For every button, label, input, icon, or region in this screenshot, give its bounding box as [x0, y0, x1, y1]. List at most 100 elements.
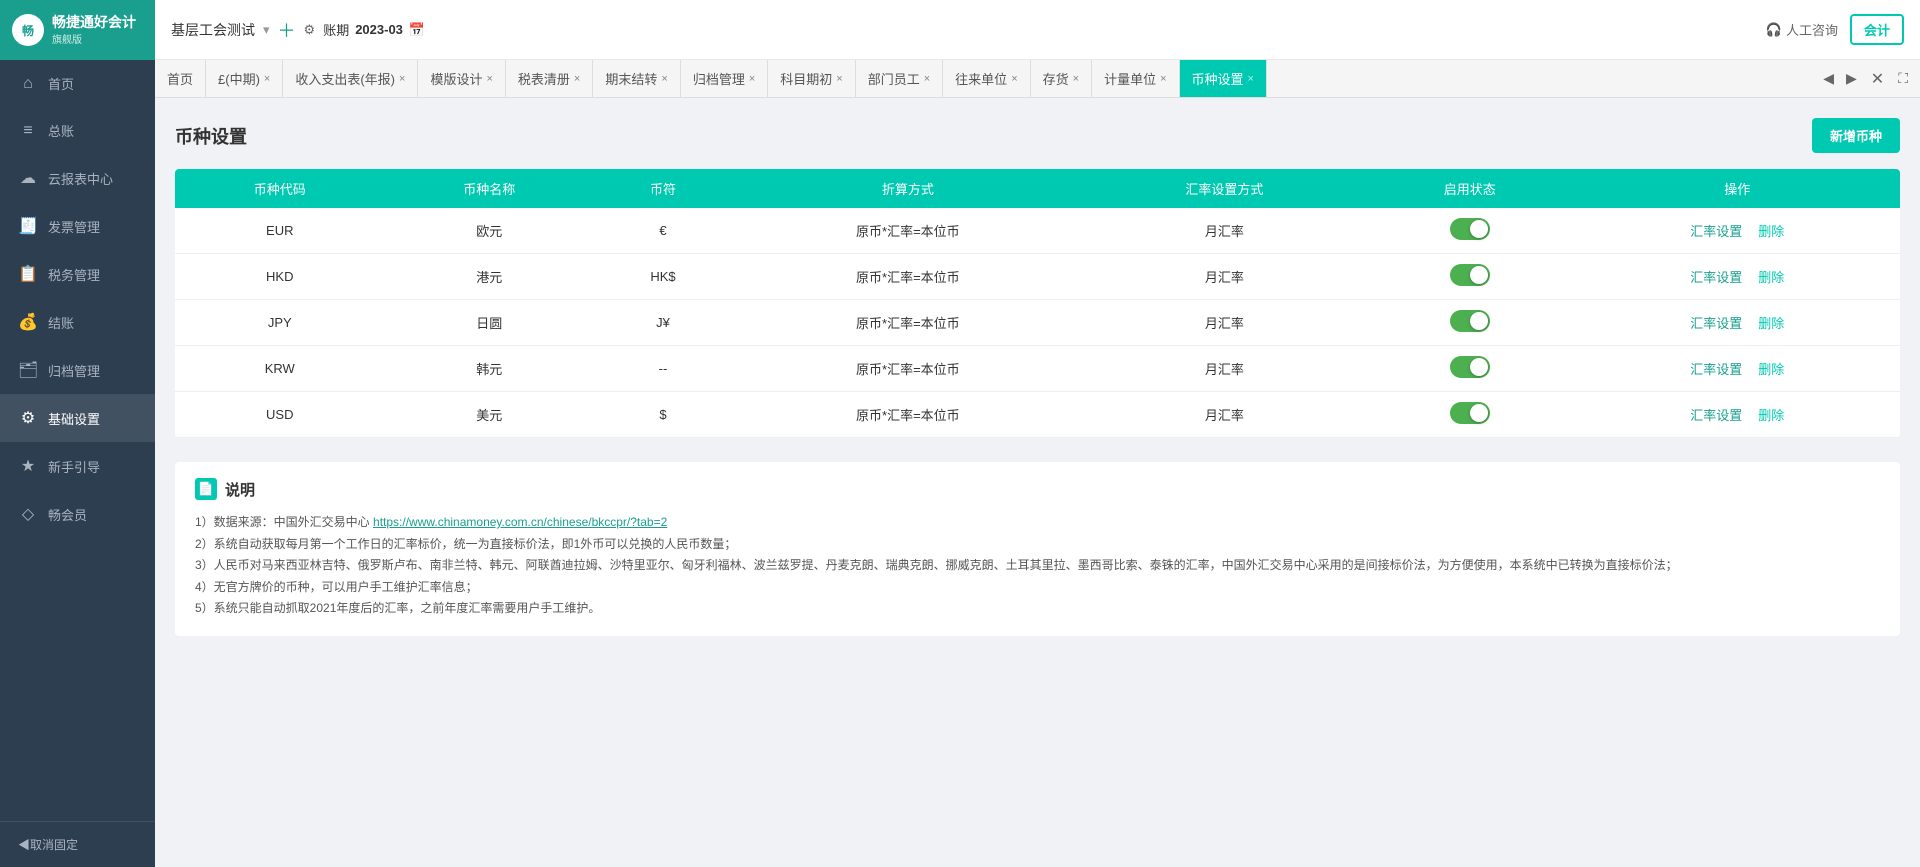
- cell-method: 原币*汇率=本位币: [732, 208, 1084, 254]
- rate-setting-link[interactable]: 汇率设置: [1690, 267, 1742, 286]
- member-icon: ◇: [18, 504, 38, 524]
- cell-name: 韩元: [385, 346, 595, 392]
- new-currency-button[interactable]: 新增币种: [1812, 118, 1900, 153]
- logo-icon: 畅: [12, 14, 44, 46]
- tab-template[interactable]: 模版设计 ×: [418, 60, 505, 97]
- sidebar-item-tax[interactable]: 📋税务管理: [0, 250, 155, 298]
- tab-close-currency[interactable]: ×: [1248, 73, 1254, 85]
- tab-income[interactable]: 收入支出表(年报) ×: [283, 60, 418, 97]
- tab-close-subjects[interactable]: ×: [836, 73, 842, 85]
- sidebar-footer[interactable]: ◀取消固定: [0, 821, 155, 867]
- sidebar-item-reports[interactable]: ☁云报表中心: [0, 154, 155, 202]
- sidebar-item-archive[interactable]: 🗂归档管理: [0, 346, 155, 394]
- cell-action: 汇率设置 删除: [1575, 392, 1900, 438]
- tab-inventory[interactable]: 存货 ×: [1031, 60, 1092, 97]
- tab-tax[interactable]: 税表清册 ×: [506, 60, 593, 97]
- col-header-2: 币符: [594, 169, 732, 208]
- tab-balance[interactable]: £(中期) ×: [206, 60, 283, 97]
- cell-code: JPY: [175, 300, 385, 346]
- tab-close-inventory[interactable]: ×: [1073, 73, 1079, 85]
- rate-setting-link[interactable]: 汇率设置: [1690, 359, 1742, 378]
- tab-next-icon[interactable]: ▶: [1842, 68, 1861, 89]
- add-company-icon[interactable]: ＋: [278, 17, 296, 43]
- page-content: 币种设置 新增币种 币种代码币种名称币符折算方式汇率设置方式启用状态操作 EUR…: [155, 98, 1920, 867]
- notes-title: 说明: [225, 479, 255, 500]
- tabs-container: 首页£(中期) ×收入支出表(年报) ×模版设计 ×税表清册 ×期末结转 ×归档…: [155, 60, 1811, 97]
- notes-section: 📄 说明 1）数据来源：中国外汇交易中心 https://www.chinamo…: [175, 462, 1900, 636]
- table-row: HKD港元HK$原币*汇率=本位币月汇率 汇率设置 删除: [175, 254, 1900, 300]
- tab-home[interactable]: 首页: [155, 60, 206, 97]
- delete-link[interactable]: 删除: [1758, 359, 1784, 378]
- tab-filing[interactable]: 归档管理 ×: [681, 60, 768, 97]
- tab-close-tax[interactable]: ×: [574, 73, 580, 85]
- rate-setting-link[interactable]: 汇率设置: [1690, 405, 1742, 424]
- delete-link[interactable]: 删除: [1758, 405, 1784, 424]
- tab-prev-icon[interactable]: ◀: [1819, 68, 1838, 89]
- sidebar-item-ledger[interactable]: ≡总账: [0, 107, 155, 154]
- rate-setting-link[interactable]: 汇率设置: [1690, 221, 1742, 240]
- period-value: 2023-03: [355, 22, 403, 37]
- tab-period-end[interactable]: 期末结转 ×: [593, 60, 680, 97]
- page-title: 币种设置: [175, 123, 247, 149]
- sidebar: 畅 畅捷通好会计 旗舰版 ⌂首页≡总账☁云报表中心🧾发票管理📋税务管理💰结账🗂归…: [0, 0, 155, 867]
- sidebar-item-settings[interactable]: ⚙ 基础设置: [0, 394, 155, 442]
- delete-link[interactable]: 删除: [1758, 313, 1784, 332]
- notes-list: 1）数据来源：中国外汇交易中心 https://www.chinamoney.c…: [195, 512, 1880, 620]
- tab-close-period-end[interactable]: ×: [661, 73, 667, 85]
- currency-table-wrap: 币种代码币种名称币符折算方式汇率设置方式启用状态操作 EUR欧元€原币*汇率=本…: [175, 169, 1900, 438]
- tab-close-income[interactable]: ×: [399, 73, 405, 85]
- tab-close-filing[interactable]: ×: [749, 73, 755, 85]
- cell-rate-type: 月汇率: [1084, 208, 1365, 254]
- calendar-icon[interactable]: 📅: [409, 22, 425, 38]
- cell-code: KRW: [175, 346, 385, 392]
- tab-currency[interactable]: 币种设置 ×: [1180, 60, 1267, 97]
- sidebar-item-settlement[interactable]: 💰结账: [0, 298, 155, 346]
- topbar-right: 🎧 人工咨询 会计: [1766, 14, 1904, 45]
- archive-icon: 🗂: [18, 360, 38, 380]
- page-header: 币种设置 新增币种: [175, 118, 1900, 153]
- cell-rate-type: 月汇率: [1084, 392, 1365, 438]
- tab-dept[interactable]: 部门员工 ×: [856, 60, 943, 97]
- enabled-toggle[interactable]: [1450, 356, 1490, 378]
- support-button[interactable]: 🎧 人工咨询: [1766, 20, 1838, 39]
- sidebar-label-guide: 新手引导: [48, 457, 100, 476]
- tab-close-template[interactable]: ×: [486, 73, 492, 85]
- delete-link[interactable]: 删除: [1758, 267, 1784, 286]
- enabled-toggle[interactable]: [1450, 264, 1490, 286]
- tax-icon: 📋: [18, 264, 38, 284]
- expand-icon[interactable]: ⛶: [1894, 68, 1912, 89]
- settings-icon: ⚙: [18, 408, 38, 428]
- settings-icon[interactable]: ⚙: [304, 22, 316, 38]
- tab-close-unit[interactable]: ×: [1160, 73, 1166, 85]
- sidebar-item-member[interactable]: ◇畅会员: [0, 490, 155, 538]
- tab-subjects[interactable]: 科目期初 ×: [768, 60, 855, 97]
- company-dropdown-icon[interactable]: ▾: [263, 22, 270, 38]
- close-all-tabs-icon[interactable]: ✕: [1865, 67, 1890, 91]
- enabled-toggle[interactable]: [1450, 218, 1490, 240]
- enabled-toggle[interactable]: [1450, 310, 1490, 332]
- sidebar-item-guide[interactable]: ★新手引导: [0, 442, 155, 490]
- cell-name: 美元: [385, 392, 595, 438]
- rate-setting-link[interactable]: 汇率设置: [1690, 313, 1742, 332]
- tab-partners[interactable]: 往来单位 ×: [943, 60, 1030, 97]
- delete-link[interactable]: 删除: [1758, 221, 1784, 240]
- tab-close-balance[interactable]: ×: [264, 73, 270, 85]
- reports-icon: ☁: [18, 168, 38, 188]
- tab-label-template: 模版设计: [430, 69, 482, 88]
- notes-icon: 📄: [195, 478, 217, 500]
- table-body: EUR欧元€原币*汇率=本位币月汇率 汇率设置 删除 HKD港元HK$原币*汇率…: [175, 208, 1900, 438]
- cell-method: 原币*汇率=本位币: [732, 254, 1084, 300]
- enabled-toggle[interactable]: [1450, 402, 1490, 424]
- note-item: 1）数据来源：中国外汇交易中心 https://www.chinamoney.c…: [195, 512, 1880, 534]
- account-button[interactable]: 会计: [1850, 14, 1904, 45]
- tab-close-partners[interactable]: ×: [1011, 73, 1017, 85]
- sidebar-item-home[interactable]: ⌂首页: [0, 60, 155, 107]
- tab-unit[interactable]: 计量单位 ×: [1092, 60, 1179, 97]
- tab-close-dept[interactable]: ×: [924, 73, 930, 85]
- notes-link[interactable]: https://www.chinamoney.com.cn/chinese/bk…: [373, 515, 667, 529]
- sidebar-label-settings: 基础设置: [48, 409, 100, 428]
- note-item: 2）系统自动获取每月第一个工作日的汇率标价，统一为直接标价法，即1外币可以兑换的…: [195, 534, 1880, 556]
- sidebar-item-invoice[interactable]: 🧾发票管理: [0, 202, 155, 250]
- col-header-5: 启用状态: [1365, 169, 1575, 208]
- tab-label-currency: 币种设置: [1192, 69, 1244, 88]
